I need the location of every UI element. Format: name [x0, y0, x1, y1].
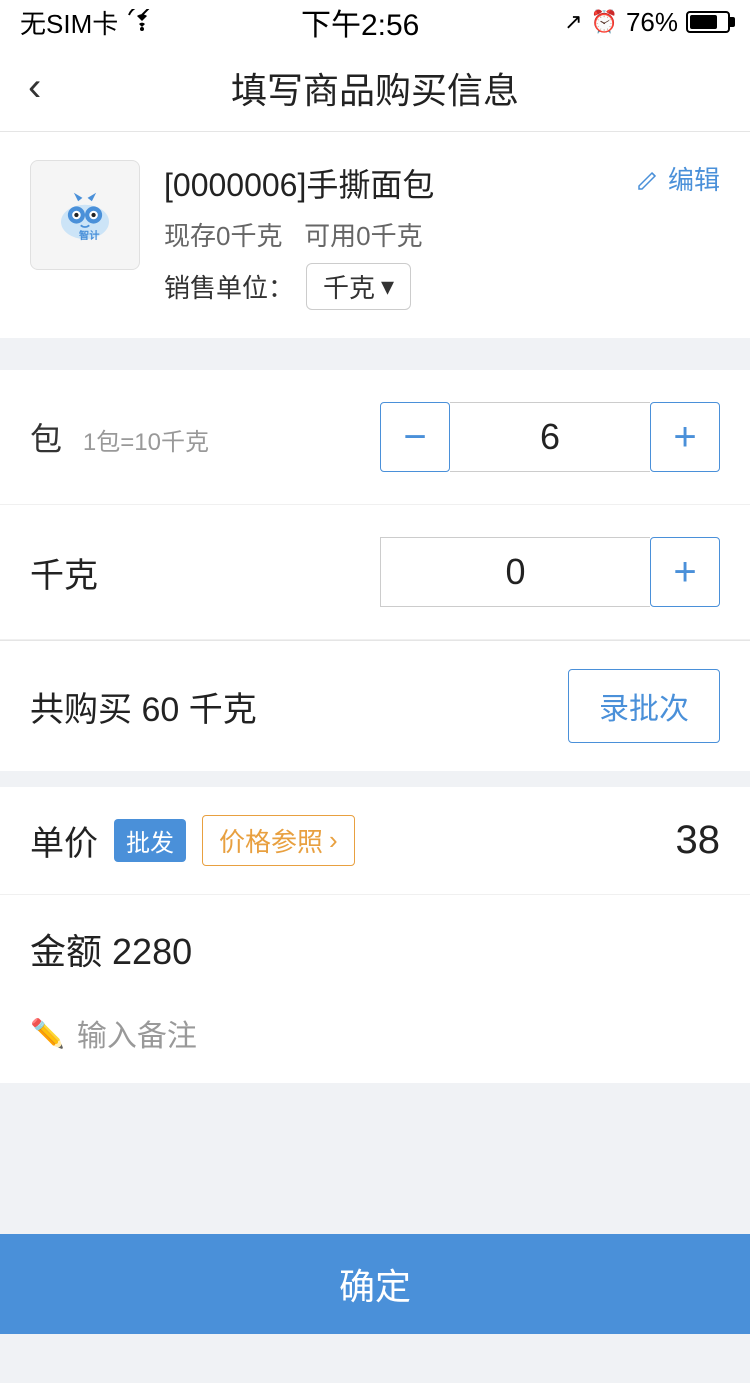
- bag-qty-input[interactable]: [450, 402, 650, 472]
- bag-label: 包: [30, 421, 62, 457]
- price-section: 单价 批发 价格参照 › 38: [0, 787, 750, 895]
- back-button[interactable]: ‹: [28, 65, 41, 110]
- unit-selector[interactable]: 千克 ▾: [306, 263, 411, 310]
- price-tag: 批发: [114, 819, 186, 862]
- kg-qty-control: +: [380, 537, 720, 607]
- battery-icon: [686, 11, 730, 33]
- edit-button[interactable]: 编辑: [636, 160, 720, 197]
- kg-qty-row: 千克 +: [0, 505, 750, 640]
- note-row[interactable]: ✏️ 输入备注: [30, 991, 720, 1083]
- batch-button[interactable]: 录批次: [568, 669, 720, 743]
- page-title: 填写商品购买信息: [231, 62, 519, 114]
- kg-plus-button[interactable]: +: [650, 537, 720, 607]
- kg-label: 千克: [30, 548, 98, 597]
- wifi-icon: [128, 7, 156, 38]
- battery-percent: 76%: [626, 7, 678, 38]
- product-header-row: [0000006]手撕面包 编辑: [164, 160, 720, 216]
- status-time: 下午2:56: [301, 0, 419, 44]
- confirm-button[interactable]: 确定: [0, 1234, 750, 1334]
- price-label: 单价: [30, 816, 98, 865]
- chevron-down-icon: ▾: [381, 271, 394, 302]
- nav-bar: ‹ 填写商品购买信息: [0, 44, 750, 132]
- amount-text: 金额 2280: [30, 923, 720, 975]
- status-left: 无SIM卡: [20, 4, 156, 41]
- empty-space: [0, 1083, 750, 1383]
- product-section: 智计 [0000006]手撕面包 编辑 现存0千克 可用0千克 销售单位： 千克: [0, 132, 750, 338]
- bag-minus-button[interactable]: −: [380, 402, 450, 472]
- total-label: 共购买 60 千克: [30, 682, 257, 731]
- bag-label-group: 包 1包=10千克: [30, 414, 209, 460]
- separator-1: [0, 354, 750, 370]
- amount-section: 金额 2280 ✏️ 输入备注: [0, 895, 750, 1083]
- product-details: [0000006]手撕面包 编辑 现存0千克 可用0千克 销售单位： 千克 ▾: [164, 160, 720, 310]
- product-stock: 现存0千克 可用0千克: [164, 216, 720, 253]
- total-batch-section: 共购买 60 千克 录批次: [0, 640, 750, 771]
- pencil-icon: ✏️: [30, 1017, 65, 1050]
- separator-2: [0, 771, 750, 787]
- price-ref-button[interactable]: 价格参照 ›: [202, 815, 355, 866]
- bag-hint: 1包=10千克: [83, 429, 209, 456]
- status-right: ↗ ⏰ 76%: [564, 7, 730, 38]
- price-ref-arrow: ›: [329, 825, 338, 856]
- svg-text:智计: 智计: [79, 229, 100, 242]
- kg-qty-input[interactable]: [380, 537, 650, 607]
- location-icon: ↗: [564, 9, 582, 35]
- bag-plus-button[interactable]: +: [650, 402, 720, 472]
- product-name: [0000006]手撕面包: [164, 160, 434, 206]
- alarm-icon: ⏰: [591, 9, 618, 35]
- status-bar: 无SIM卡 下午2:56 ↗ ⏰ 76%: [0, 0, 750, 44]
- note-placeholder: 输入备注: [77, 1011, 197, 1055]
- product-logo: 智计: [55, 185, 115, 245]
- bag-qty-control: − +: [380, 402, 720, 472]
- price-value: 38: [676, 818, 721, 863]
- product-unit-row: 销售单位： 千克 ▾: [164, 263, 720, 310]
- qty-section: 包 1包=10千克 − + 千克 +: [0, 370, 750, 640]
- carrier-label: 无SIM卡: [20, 4, 118, 41]
- bag-qty-row: 包 1包=10千克 − +: [0, 370, 750, 505]
- product-image: 智计: [30, 160, 140, 270]
